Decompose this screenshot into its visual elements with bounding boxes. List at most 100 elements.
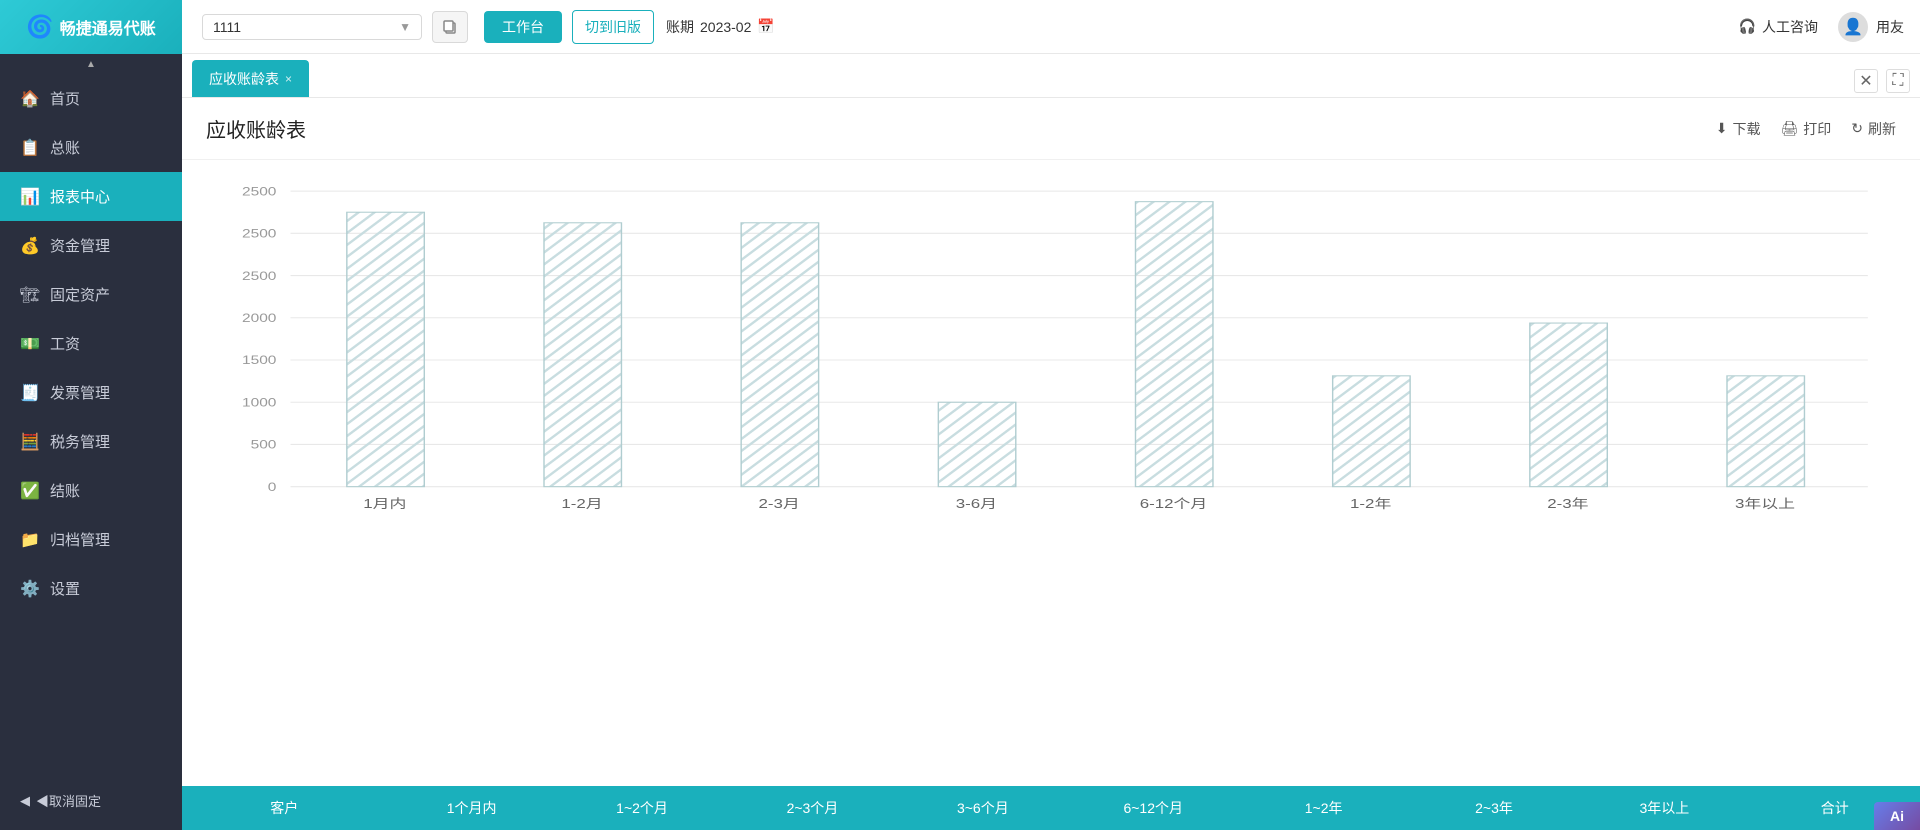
assets-icon: 🏗	[20, 285, 40, 305]
svg-text:500: 500	[251, 438, 277, 451]
table-header-col: 1个月内	[386, 798, 556, 818]
workbench-button[interactable]: 工作台	[484, 11, 562, 43]
settings-icon: ⚙️	[20, 579, 40, 599]
sidebar-label-ledger: 总账	[50, 137, 80, 158]
table-footer: 客户1个月内1~2个月2~3个月3~6个月6~12个月1~2年2~3年3年以上合…	[182, 786, 1920, 830]
sidebar-toggle[interactable]: ◀ ◀‌取消固定	[0, 781, 182, 820]
sidebar-label-archive: 归档管理	[50, 529, 110, 550]
svg-text:1000: 1000	[242, 396, 277, 409]
refresh-label: 刷新	[1868, 119, 1896, 139]
tab-bar: 首页畅会员×新手引导×操作日志×期末结转×应收账龄表× ✕ ⛶	[182, 54, 1920, 98]
ai-badge[interactable]: Ai	[1874, 802, 1920, 830]
checkout-icon: ✅	[20, 481, 40, 501]
sidebar-bottom: ◀ ◀‌取消固定	[0, 771, 182, 830]
sidebar: ▲ 🏠 首页 📋 总账 📊 报表中心 💰 资金管理 🏗 固定资产 💵 工资 🧾 …	[0, 54, 182, 830]
expand-button[interactable]: ⛶	[1886, 69, 1910, 93]
table-header-col: 6~12个月	[1068, 798, 1238, 818]
svg-text:2-3年: 2-3年	[1547, 497, 1588, 511]
svg-text:3-6月: 3-6月	[956, 497, 997, 511]
bar-chart: 2500 2500 2500 2000 1500 1000 500 0	[206, 170, 1896, 550]
sidebar-item-reports[interactable]: 📊 报表中心	[0, 172, 182, 221]
reports-icon: 📊	[20, 187, 40, 207]
funds-icon: 💰	[20, 236, 40, 256]
user-name: 用友	[1876, 17, 1904, 37]
download-label: 下载	[1732, 119, 1760, 139]
archive-icon: 📁	[20, 530, 40, 550]
avatar: 👤	[1838, 12, 1868, 42]
chevron-down-icon: ▼	[399, 20, 411, 34]
period-value: 2023-02	[700, 19, 751, 35]
bar-2	[544, 223, 621, 487]
sidebar-item-settings[interactable]: ⚙️ 设置	[0, 564, 182, 613]
tabs-container: 首页畅会员×新手引导×操作日志×期末结转×应收账龄表×	[192, 54, 311, 97]
svg-text:1-2年: 1-2年	[1350, 497, 1391, 511]
company-selector[interactable]: 1111 ▼	[202, 14, 422, 40]
ledger-icon: 📋	[20, 138, 40, 158]
content-area: 首页畅会员×新手引导×操作日志×期末结转×应收账龄表× ✕ ⛶ 应收账龄表 ⬇ …	[182, 54, 1920, 830]
table-header-col: 客户	[182, 798, 386, 818]
sidebar-item-assets[interactable]: 🏗 固定资产	[0, 270, 182, 319]
pin-icon: ◀	[20, 793, 30, 809]
sidebar-items-container: 🏠 首页 📋 总账 📊 报表中心 💰 资金管理 🏗 固定资产 💵 工资 🧾 发票…	[0, 74, 182, 613]
table-header-col: 1~2个月	[557, 798, 727, 818]
bar-1	[347, 212, 424, 486]
app-header: 🌀 畅捷通易代账 1111 ▼ 工作台 切到旧版 账期 2023-02 📅 🎧 …	[0, 0, 1920, 54]
calendar-icon[interactable]: 📅	[757, 18, 774, 35]
bar-3	[741, 223, 818, 487]
sidebar-label-assets: 固定资产	[50, 284, 110, 305]
svg-text:3年以上: 3年以上	[1735, 497, 1795, 511]
sidebar-item-checkout[interactable]: ✅ 结账	[0, 466, 182, 515]
bar-8	[1727, 376, 1804, 487]
headset-icon: 🎧	[1739, 18, 1756, 35]
page-content: 应收账龄表 ⬇ 下载 🖨 打印 ↻ 刷新	[182, 98, 1920, 830]
tab-label-aging: 应收账龄表	[209, 69, 279, 89]
svg-text:2-3月: 2-3月	[759, 497, 800, 511]
sidebar-label-checkout: 结账	[50, 480, 80, 501]
svg-text:1月内: 1月内	[363, 497, 406, 511]
bar-5	[1136, 202, 1213, 487]
invoice-icon: 🧾	[20, 383, 40, 403]
period-area: 账期 2023-02 📅	[666, 17, 775, 37]
sidebar-item-ledger[interactable]: 📋 总账	[0, 123, 182, 172]
home-icon: 🏠	[20, 89, 40, 109]
tab-close-aging[interactable]: ×	[285, 72, 292, 86]
print-button[interactable]: 🖨 打印	[1780, 119, 1831, 139]
table-header-col: 2~3年	[1409, 798, 1579, 818]
consult-button[interactable]: 🎧 人工咨询	[1739, 17, 1818, 37]
header-right: 🎧 人工咨询 👤 用友	[1739, 12, 1904, 42]
sidebar-item-funds[interactable]: 💰 资金管理	[0, 221, 182, 270]
sidebar-label-home: 首页	[50, 88, 80, 109]
sidebar-item-salary[interactable]: 💵 工资	[0, 319, 182, 368]
table-header-col: 3年以上	[1579, 798, 1749, 818]
sidebar-item-invoice[interactable]: 🧾 发票管理	[0, 368, 182, 417]
close-all-button[interactable]: ✕	[1854, 69, 1878, 93]
report-container: 应收账龄表 ⬇ 下载 🖨 打印 ↻ 刷新	[182, 98, 1920, 830]
svg-text:2000: 2000	[242, 312, 277, 325]
salary-icon: 💵	[20, 334, 40, 354]
svg-text:2500: 2500	[242, 227, 277, 240]
svg-text:2500: 2500	[242, 270, 277, 283]
print-icon: 🖨	[1780, 120, 1798, 137]
sidebar-label-invoice: 发票管理	[50, 382, 110, 403]
refresh-button[interactable]: ↻ 刷新	[1851, 119, 1896, 139]
logo-icon: 🌀	[26, 14, 53, 40]
print-label: 打印	[1803, 119, 1831, 139]
sidebar-scroll-up[interactable]: ▲	[0, 54, 182, 74]
tab-aging[interactable]: 应收账龄表 ×	[192, 60, 309, 97]
tax-icon: 🧮	[20, 432, 40, 452]
sidebar-label-salary: 工资	[50, 333, 80, 354]
copy-button[interactable]	[432, 11, 468, 43]
sidebar-item-home[interactable]: 🏠 首页	[0, 74, 182, 123]
logo-area: 🌀 畅捷通易代账	[0, 0, 182, 54]
tab-actions: ✕ ⛶	[1854, 69, 1910, 97]
table-header-col: 1~2年	[1238, 798, 1408, 818]
svg-text:1500: 1500	[242, 354, 277, 367]
bar-4	[938, 402, 1015, 486]
period-label: 账期	[666, 17, 694, 37]
sidebar-item-tax[interactable]: 🧮 税务管理	[0, 417, 182, 466]
switch-version-button[interactable]: 切到旧版	[572, 10, 654, 44]
refresh-icon: ↻	[1851, 120, 1863, 137]
sidebar-item-archive[interactable]: 📁 归档管理	[0, 515, 182, 564]
user-area[interactable]: 👤 用友	[1838, 12, 1904, 42]
download-button[interactable]: ⬇ 下载	[1716, 119, 1761, 139]
